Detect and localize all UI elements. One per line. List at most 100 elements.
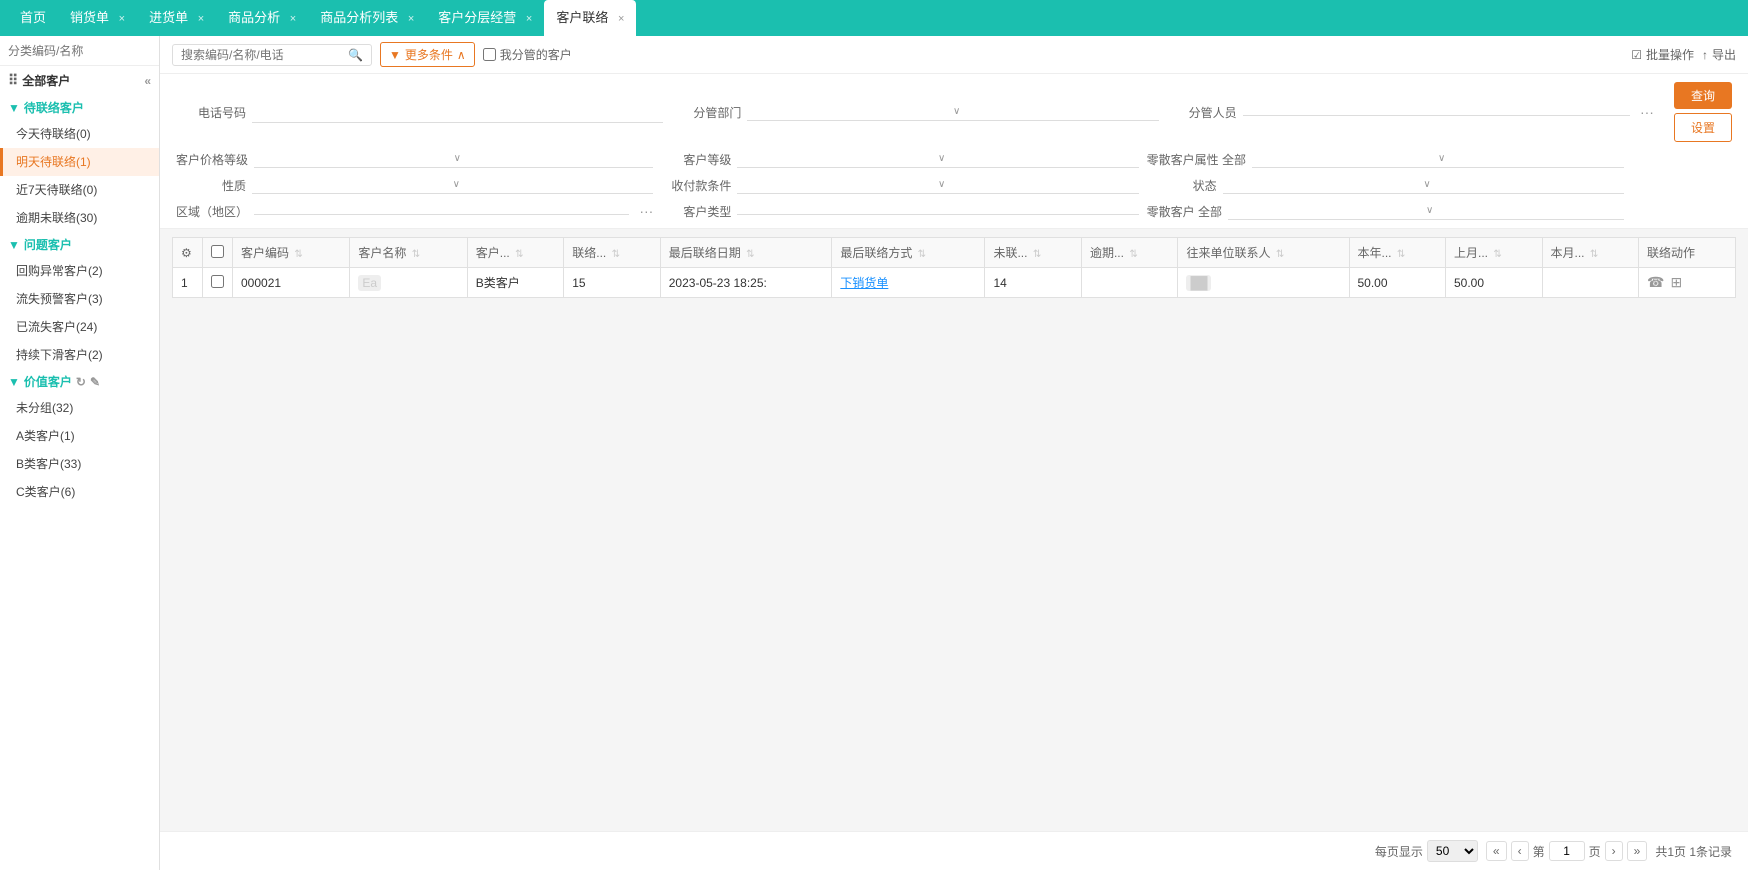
row-last-month: 50.00	[1446, 268, 1543, 298]
page-number-input[interactable]	[1549, 841, 1585, 861]
nav-customer-tier[interactable]: 客户分层经营 ×	[426, 0, 544, 36]
filter-nature-arrow-icon: ∨	[453, 179, 650, 190]
filter-dept-dropdown[interactable]: ∨	[747, 103, 1158, 121]
filter-customer-type-dropdown[interactable]	[737, 208, 1138, 215]
my-customers-check[interactable]	[483, 48, 496, 61]
sidebar-item-churn-warning[interactable]: 流失预警客户(3)	[0, 285, 159, 313]
value-refresh-icon[interactable]: ↻	[76, 375, 86, 389]
search-input[interactable]	[181, 48, 348, 62]
nav-customer-contact[interactable]: 客户联络 ×	[544, 0, 636, 36]
filter-customer-level: 客户等级 ∨	[661, 150, 1138, 168]
export-btn[interactable]: ↑ 导出	[1702, 46, 1736, 63]
sidebar-item-declining[interactable]: 持续下滑客户(2)	[0, 341, 159, 369]
value-group-label: ▼ 价值客户 ↻ ✎	[0, 369, 159, 394]
close-product-analysis[interactable]: ×	[290, 13, 296, 25]
close-product-analysis-list[interactable]: ×	[408, 13, 414, 25]
sidebar-item-b-class[interactable]: B类客户(33)	[0, 450, 159, 478]
sort-icon-lastmonth: ⇅	[1493, 249, 1501, 260]
nav-purchase-order[interactable]: 进货单 ×	[137, 0, 216, 36]
batch-op-btn[interactable]: ☑ 批量操作	[1631, 46, 1694, 63]
sidebar-item-today-pending[interactable]: 今天待联络(0)	[0, 120, 159, 148]
col-this-month: 本月... ⇅	[1542, 238, 1639, 268]
sort-icon-code: ⇅	[294, 249, 302, 260]
row-last-contact-method[interactable]: 下销货单	[832, 268, 985, 298]
filter-retail: 零散客户 全部 ∨	[1147, 202, 1624, 220]
page-nav-container: « ‹ 第 页 › »	[1486, 841, 1647, 861]
row-checkbox[interactable]	[211, 275, 224, 288]
sidebar-item-c-class[interactable]: C类客户(6)	[0, 478, 159, 506]
export-label: 导出	[1712, 46, 1736, 63]
filter-price-level-dropdown[interactable]: ∨	[254, 150, 653, 168]
sort-icon-overdue: ⇅	[1129, 249, 1137, 260]
filter-status-dropdown[interactable]: ∨	[1223, 176, 1624, 194]
sidebar-item-tomorrow-pending[interactable]: 明天待联络(1)	[0, 148, 159, 176]
sidebar-item-churned[interactable]: 已流失客户(24)	[0, 313, 159, 341]
filter-price-level-label: 客户价格等级	[176, 151, 248, 168]
nav-home[interactable]: 首页	[8, 0, 58, 36]
more-filters-btn[interactable]: ▼ 更多条件 ∧	[380, 42, 475, 67]
sidebar-search-input[interactable]	[8, 44, 160, 58]
filter-area-dots[interactable]: ···	[639, 203, 653, 219]
last-contact-link[interactable]: 下销货单	[840, 276, 888, 290]
sidebar-item-overdue-pending[interactable]: 逾期未联络(30)	[0, 204, 159, 232]
close-customer-contact[interactable]: ×	[618, 13, 624, 25]
sort-icon-uncontacted: ⇅	[1033, 249, 1041, 260]
query-button[interactable]: 查询	[1674, 82, 1732, 109]
filter-manager-dropdown[interactable]	[1243, 109, 1630, 116]
last-page-btn[interactable]: »	[1627, 841, 1648, 861]
filter-row-4: 区域（地区） ··· 客户类型 零散客户 全部 ∨	[176, 202, 1732, 220]
nav-product-analysis[interactable]: 商品分析 ×	[216, 0, 308, 36]
table-container: ⚙ 客户编码 ⇅ 客户名称 ⇅ 客户... ⇅ 联络... ⇅ 最后联络日期 ⇅…	[160, 229, 1748, 831]
filter-bar: 🔍 ▼ 更多条件 ∧ 我分管的客户 ☑ 批量操作 ↑ 导出	[160, 36, 1748, 74]
col-last-contact-date: 最后联络日期 ⇅	[660, 238, 832, 268]
sidebar-item-repurchase-abnormal[interactable]: 回购异常客户(2)	[0, 257, 159, 285]
search-box: 🔍	[172, 44, 372, 66]
filter-retail-dropdown[interactable]: ∨	[1228, 202, 1624, 220]
next-page-btn[interactable]: ›	[1605, 841, 1623, 861]
row-customer-code: 000021	[233, 268, 350, 298]
prev-page-btn[interactable]: ‹	[1511, 841, 1529, 861]
problem-group-text: 问题客户	[24, 236, 72, 253]
select-all-checkbox[interactable]	[211, 245, 224, 258]
sort-icon-name: ⇅	[412, 249, 420, 260]
filter-area-dropdown[interactable]	[254, 208, 629, 215]
nav-product-analysis-list[interactable]: 商品分析列表 ×	[308, 0, 426, 36]
row-customer-name[interactable]: Ea	[350, 268, 467, 298]
filter-manager-dots[interactable]: ···	[1640, 104, 1654, 120]
close-sales-order[interactable]: ×	[119, 13, 125, 25]
col-last-month: 上月... ⇅	[1446, 238, 1543, 268]
row-last-contact-date: 2023-05-23 18:25:	[660, 268, 832, 298]
filter-customer-level-arrow-icon: ∨	[938, 153, 1135, 164]
filter-nature-dropdown[interactable]: ∨	[252, 176, 653, 194]
filter-payment-dropdown[interactable]: ∨	[737, 176, 1138, 194]
first-page-btn[interactable]: «	[1486, 841, 1507, 861]
close-purchase-order[interactable]: ×	[198, 13, 204, 25]
action-phone-icon[interactable]: ☎	[1647, 274, 1664, 291]
filter-customer-level-dropdown[interactable]: ∨	[737, 150, 1138, 168]
filter-dept-label: 分管部门	[671, 104, 741, 121]
row-customer-type: B类客户	[467, 268, 564, 298]
action-menu-icon[interactable]: ⊞	[1670, 274, 1682, 291]
sidebar-item-7day-pending[interactable]: 近7天待联络(0)	[0, 176, 159, 204]
sidebar-item-a-class[interactable]: A类客户(1)	[0, 422, 159, 450]
value-edit-icon[interactable]: ✎	[90, 375, 100, 389]
nav-sales-order[interactable]: 销货单 ×	[58, 0, 137, 36]
close-customer-tier[interactable]: ×	[526, 13, 532, 25]
reset-button[interactable]: 设置	[1674, 113, 1732, 142]
col-contact-count: 联络... ⇅	[564, 238, 661, 268]
customer-name-value: Ea	[358, 275, 381, 291]
sidebar-item-ungrouped[interactable]: 未分组(32)	[0, 394, 159, 422]
search-box-icon[interactable]: 🔍	[348, 48, 363, 62]
filter-status-arrow-icon: ∨	[1423, 179, 1620, 190]
filter-dept: 分管部门 ∨	[671, 103, 1158, 121]
table-row: 1 000021 Ea B类客户 15 2023-05-23 18:25: 下销…	[173, 268, 1736, 298]
filter-retail-attr-dropdown[interactable]: ∨	[1252, 150, 1624, 168]
page-label: 第	[1533, 843, 1545, 860]
per-page-select[interactable]: 50 100 200	[1427, 840, 1478, 862]
all-customers-header[interactable]: ⠿ 全部客户 «	[0, 66, 159, 95]
col-customer-name: 客户名称 ⇅	[350, 238, 467, 268]
all-customers-dots-icon: ⠿	[8, 72, 18, 89]
filter-phone-input[interactable]	[252, 102, 663, 123]
my-customers-checkbox[interactable]: 我分管的客户	[483, 46, 572, 63]
sort-icon-type: ⇅	[515, 249, 523, 260]
